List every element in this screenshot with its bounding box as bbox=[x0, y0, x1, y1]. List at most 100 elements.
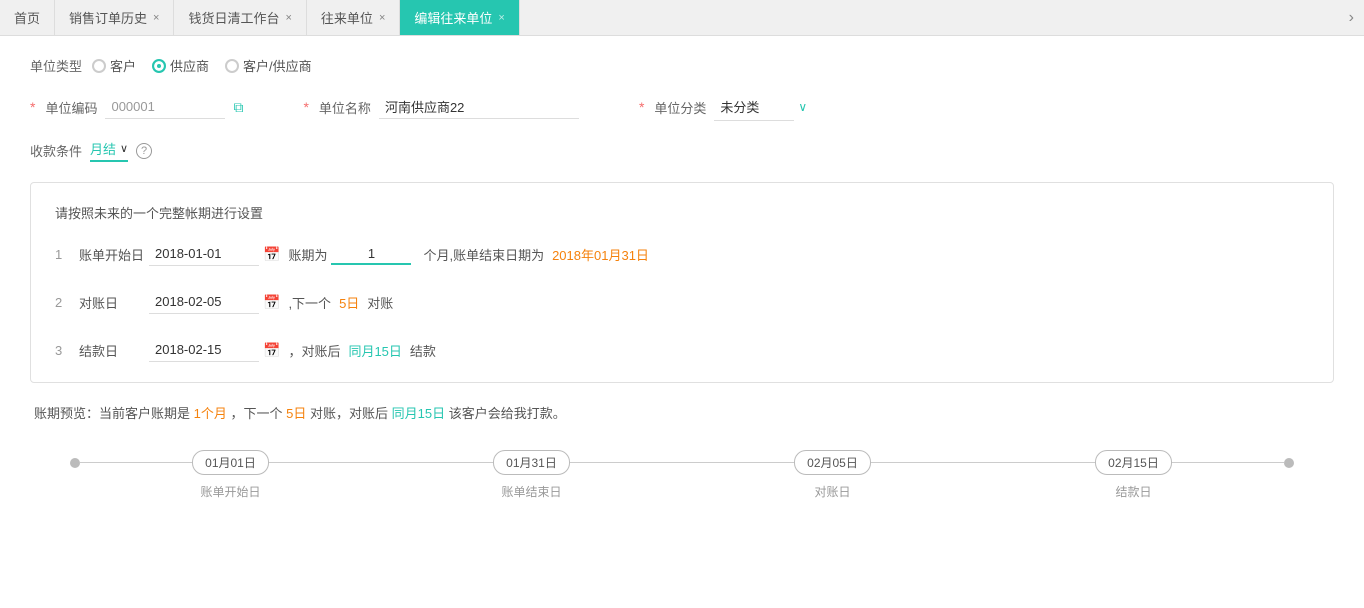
main-content: 单位类型 客户 供应商 客户/供应商 * 单位编码 ⧉ * 单位名称 bbox=[0, 36, 1364, 608]
category-select[interactable]: 未分类 ∨ bbox=[714, 93, 807, 121]
tab-cash-close[interactable]: × bbox=[285, 12, 291, 24]
code-group: * 单位编码 ⧉ bbox=[30, 95, 243, 119]
timeline-node-3: 02月05日 对账日 bbox=[682, 450, 983, 500]
timeline-badge-2: 01月31日 bbox=[493, 450, 570, 475]
timeline-node-2: 01月31日 账单结束日 bbox=[381, 450, 682, 500]
category-group: * 单位分类 未分类 ∨ bbox=[639, 93, 807, 121]
period-month-label: 个月,账单结束日期为 bbox=[423, 245, 544, 264]
payment-help-icon[interactable]: ? bbox=[136, 143, 152, 159]
unit-type-row: 单位类型 客户 供应商 客户/供应商 bbox=[30, 56, 1334, 75]
payment-row: 收款条件 月结 ∨ ? bbox=[30, 139, 1334, 162]
tab-home[interactable]: 首页 bbox=[0, 0, 55, 35]
radio-supplier-circle bbox=[152, 59, 166, 73]
preview-mid2: 对账，对账后 bbox=[310, 406, 388, 421]
radio-customer[interactable]: 客户 bbox=[92, 56, 136, 75]
radio-both[interactable]: 客户/供应商 bbox=[225, 56, 312, 75]
radio-supplier[interactable]: 供应商 bbox=[152, 56, 209, 75]
period-box: 请按照未来的一个完整帐期进行设置 1 账单开始日 📅 账期为 个月,账单结束日期… bbox=[30, 182, 1334, 383]
timeline-badge-3: 02月05日 bbox=[794, 450, 871, 475]
timeline-label-1: 账单开始日 bbox=[200, 483, 260, 500]
tab-scroll-arrow[interactable]: › bbox=[1339, 0, 1364, 35]
tab-cash[interactable]: 钱货日清工作台 × bbox=[174, 0, 306, 35]
name-input[interactable] bbox=[379, 95, 579, 119]
timeline-node-4: 02月15日 结款日 bbox=[983, 450, 1284, 500]
tab-bar: 首页 销售订单历史 × 钱货日清工作台 × 往来单位 × 编辑往来单位 × › bbox=[0, 0, 1364, 36]
tl-line-4b bbox=[1172, 462, 1284, 463]
tab-sales-label: 销售订单历史 bbox=[69, 8, 147, 27]
period-row-3: 3 结款日 📅 ，对账后 同月15日 结款 bbox=[55, 338, 1309, 362]
radio-customer-circle bbox=[92, 59, 106, 73]
name-group: * 单位名称 bbox=[303, 95, 578, 119]
tl-line-3b bbox=[871, 462, 983, 463]
timeline-node-1-row: 01月01日 bbox=[80, 450, 381, 475]
period-suffix-2a: ,下一个 bbox=[288, 293, 331, 312]
radio-customer-label: 客户 bbox=[110, 56, 136, 75]
tl-line-2b bbox=[570, 462, 682, 463]
tl-line-1a bbox=[80, 462, 192, 463]
timeline-node-3-row: 02月05日 bbox=[682, 450, 983, 475]
tl-line-2a bbox=[381, 462, 493, 463]
period-cal-icon-1[interactable]: 📅 bbox=[263, 246, 280, 263]
period-month-input[interactable] bbox=[331, 244, 411, 265]
period-date-3[interactable] bbox=[149, 338, 259, 362]
tab-sales[interactable]: 销售订单历史 × bbox=[55, 0, 174, 35]
period-label-3: 结款日 bbox=[79, 341, 149, 360]
period-date-2[interactable] bbox=[149, 290, 259, 314]
tab-edit-units[interactable]: 编辑往来单位 × bbox=[400, 0, 519, 35]
unit-type-radio-group: 客户 供应商 客户/供应商 bbox=[92, 56, 312, 75]
payment-label: 收款条件 bbox=[30, 141, 82, 160]
timeline-left-dot bbox=[70, 458, 80, 468]
timeline-left-end bbox=[70, 450, 80, 468]
period-num-1: 1 bbox=[55, 247, 79, 262]
name-label: 单位名称 bbox=[319, 98, 371, 117]
tab-sales-close[interactable]: × bbox=[153, 12, 159, 24]
timeline-label-3: 对账日 bbox=[814, 483, 850, 500]
payment-value: 月结 bbox=[90, 139, 116, 158]
tab-cash-label: 钱货日清工作台 bbox=[188, 8, 279, 27]
period-label-2: 对账日 bbox=[79, 293, 149, 312]
timeline-right-end bbox=[1284, 450, 1294, 468]
code-label: 单位编码 bbox=[45, 98, 97, 117]
category-star: * bbox=[639, 99, 644, 115]
tab-home-label: 首页 bbox=[14, 8, 40, 27]
timeline-badge-1: 01月01日 bbox=[192, 450, 269, 475]
preview-part1: 1个月 bbox=[194, 406, 227, 421]
tl-line-4a bbox=[983, 462, 1095, 463]
timeline-right-dot bbox=[1284, 458, 1294, 468]
timeline-node-2-row: 01月31日 bbox=[381, 450, 682, 475]
period-highlight-2: 5日 bbox=[339, 293, 359, 312]
payment-arrow-icon[interactable]: ∨ bbox=[120, 142, 128, 155]
tab-units-close[interactable]: × bbox=[379, 12, 385, 24]
period-suffix-before-1: 账期为 bbox=[288, 245, 327, 264]
preview-text: 账期预览：当前客户账期是 1个月 ，下一个 5日 对账，对账后 同月15日 该客… bbox=[30, 403, 1334, 422]
tl-line-3a bbox=[682, 462, 794, 463]
tab-edit-units-close[interactable]: × bbox=[498, 12, 504, 24]
preview-prefix: 账期预览：当前客户账期是 bbox=[34, 406, 190, 421]
category-arrow-icon[interactable]: ∨ bbox=[798, 100, 807, 114]
period-cal-icon-3[interactable]: 📅 bbox=[263, 342, 280, 359]
unit-type-label: 单位类型 bbox=[30, 56, 82, 75]
code-input[interactable] bbox=[105, 95, 225, 119]
timeline-badge-4: 02月15日 bbox=[1095, 450, 1172, 475]
timeline-node-1: 01月01日 账单开始日 bbox=[80, 450, 381, 500]
period-suffix-2b: 对账 bbox=[367, 293, 393, 312]
preview-mid1: ，下一个 bbox=[231, 406, 283, 421]
timeline-label-2: 账单结束日 bbox=[501, 483, 561, 500]
period-label-1: 账单开始日 bbox=[79, 245, 149, 264]
preview-part2: 5日 bbox=[286, 406, 306, 421]
period-num-2: 2 bbox=[55, 295, 79, 310]
code-copy-icon[interactable]: ⧉ bbox=[233, 99, 243, 116]
period-highlight-3: 同月15日 bbox=[348, 341, 401, 360]
period-date-1[interactable] bbox=[149, 242, 259, 266]
code-name-row: * 单位编码 ⧉ * 单位名称 * 单位分类 未分类 ∨ bbox=[30, 93, 1334, 121]
payment-select[interactable]: 月结 ∨ bbox=[90, 139, 128, 162]
period-cal-icon-2[interactable]: 📅 bbox=[263, 294, 280, 311]
period-suffix-3a: ，对账后 bbox=[288, 341, 340, 360]
period-suffix-3b: 结款 bbox=[410, 341, 436, 360]
radio-supplier-label: 供应商 bbox=[170, 56, 209, 75]
radio-both-label: 客户/供应商 bbox=[243, 56, 312, 75]
period-num-3: 3 bbox=[55, 343, 79, 358]
tab-units[interactable]: 往来单位 × bbox=[307, 0, 400, 35]
category-value: 未分类 bbox=[714, 93, 794, 121]
tl-line-1b bbox=[269, 462, 381, 463]
